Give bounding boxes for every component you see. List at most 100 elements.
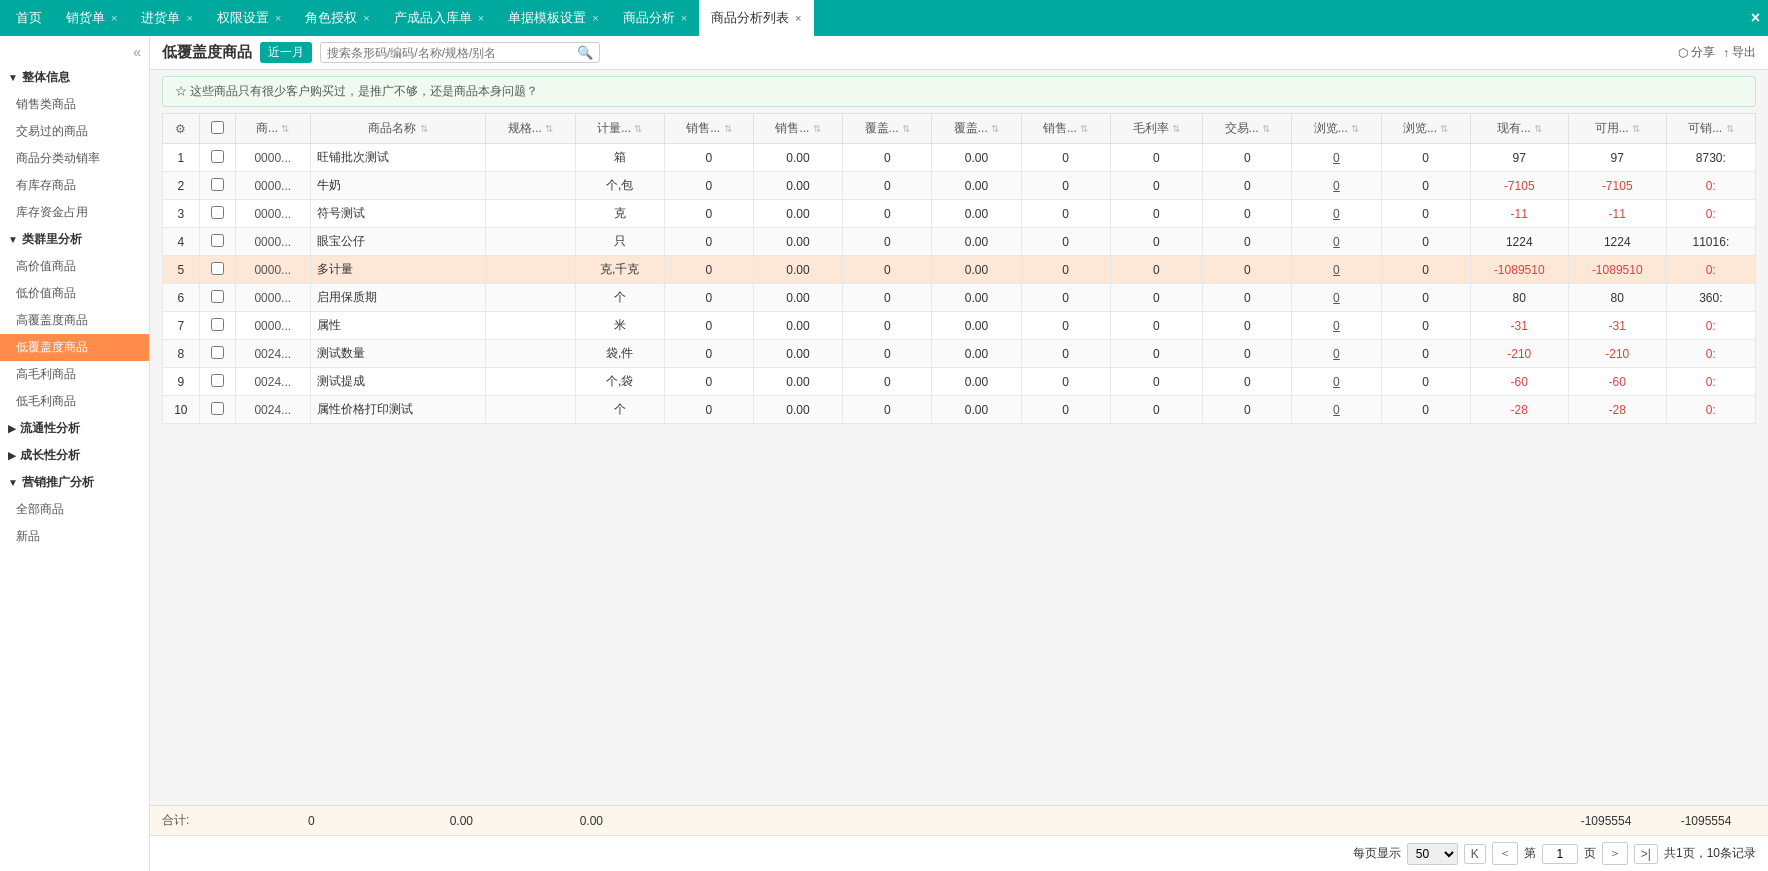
sidebar-item-stock-capital[interactable]: 库存资金占用	[0, 199, 149, 226]
nav-permissions[interactable]: 权限设置 ×	[205, 0, 293, 36]
sidebar-collapse-btn[interactable]: «	[0, 40, 149, 64]
sidebar-group-circulation[interactable]: ▶ 流通性分析	[0, 415, 149, 442]
row-browse1[interactable]: 0	[1292, 368, 1381, 396]
sidebar-group-cluster[interactable]: ▼ 类群里分析	[0, 226, 149, 253]
col-settings[interactable]: ⚙	[163, 114, 200, 144]
export-button[interactable]: ↑ 导出	[1723, 44, 1756, 61]
col-trade[interactable]: 交易... ⇅	[1203, 114, 1292, 144]
col-cov1[interactable]: 覆盖... ⇅	[843, 114, 932, 144]
row-browse1[interactable]: 0	[1292, 228, 1381, 256]
row-checkbox[interactable]	[199, 144, 235, 172]
sidebar-item-new-products[interactable]: 新品	[0, 523, 149, 550]
select-all-checkbox[interactable]	[211, 121, 224, 134]
sidebar-item-sales-products[interactable]: 销售类商品	[0, 91, 149, 118]
prev-page-btn[interactable]: ＜	[1492, 842, 1518, 865]
sidebar-item-low-coverage[interactable]: 低覆盖度商品	[0, 334, 149, 361]
col-code[interactable]: 商... ⇅	[235, 114, 310, 144]
nav-close-product-analysis-list[interactable]: ×	[795, 12, 801, 24]
row-checkbox[interactable]	[199, 284, 235, 312]
sort-unit[interactable]: ⇅	[634, 123, 642, 134]
sort-trade[interactable]: ⇅	[1262, 123, 1270, 134]
sidebar-group-marketing[interactable]: ▼ 营销推广分析	[0, 469, 149, 496]
close-all-tabs[interactable]: ×	[1751, 9, 1760, 27]
col-sales-amt[interactable]: 销售... ⇅	[753, 114, 842, 144]
search-input[interactable]	[327, 46, 577, 60]
row-checkbox[interactable]	[199, 312, 235, 340]
nav-product-analysis[interactable]: 商品分析 ×	[611, 0, 699, 36]
col-gross-rate[interactable]: 毛利率 ⇅	[1110, 114, 1202, 144]
sidebar-group-overall[interactable]: ▼ 整体信息	[0, 64, 149, 91]
row-browse1[interactable]: 0	[1292, 396, 1381, 424]
col-name[interactable]: 商品名称 ⇅	[310, 114, 486, 144]
row-checkbox[interactable]	[199, 200, 235, 228]
sort-sellable[interactable]: ⇅	[1726, 123, 1734, 134]
nav-sales-order[interactable]: 销货单 ×	[54, 0, 129, 36]
row-browse1[interactable]: 0	[1292, 340, 1381, 368]
row-browse1[interactable]: 0	[1292, 284, 1381, 312]
sidebar-group-growth[interactable]: ▶ 成长性分析	[0, 442, 149, 469]
sort-current[interactable]: ⇅	[1534, 123, 1542, 134]
sidebar-item-high-value[interactable]: 高价值商品	[0, 253, 149, 280]
sidebar-item-low-value[interactable]: 低价值商品	[0, 280, 149, 307]
page-input[interactable]	[1542, 844, 1578, 864]
sort-sales-x[interactable]: ⇅	[1080, 123, 1088, 134]
last-page-btn[interactable]: >|	[1634, 844, 1658, 864]
sort-cov1[interactable]: ⇅	[902, 123, 910, 134]
col-cov2[interactable]: 覆盖... ⇅	[932, 114, 1021, 144]
sort-browse2[interactable]: ⇅	[1440, 123, 1448, 134]
nav-purchase[interactable]: 进货单 ×	[129, 0, 204, 36]
settings-icon[interactable]: ⚙	[175, 122, 186, 136]
row-checkbox[interactable]	[199, 172, 235, 200]
col-sales-x[interactable]: 销售... ⇅	[1021, 114, 1110, 144]
col-sales-qty[interactable]: 销售... ⇅	[664, 114, 753, 144]
table-wrapper[interactable]: ⚙ 商... ⇅ 商品名称 ⇅ 规格... ⇅ 计量... ⇅ 销售... ⇅ …	[162, 113, 1756, 805]
time-filter-button[interactable]: 近一月	[260, 42, 312, 63]
next-page-btn[interactable]: ＞	[1602, 842, 1628, 865]
sort-cov2[interactable]: ⇅	[991, 123, 999, 134]
nav-close-purchase[interactable]: ×	[186, 12, 192, 24]
nav-product-analysis-list[interactable]: 商品分析列表 ×	[699, 0, 813, 36]
row-checkbox[interactable]	[199, 368, 235, 396]
nav-close-finished-goods[interactable]: ×	[478, 12, 484, 24]
sort-gross-rate[interactable]: ⇅	[1172, 123, 1180, 134]
col-spec[interactable]: 规格... ⇅	[486, 114, 575, 144]
sidebar-item-high-margin[interactable]: 高毛利商品	[0, 361, 149, 388]
sort-spec[interactable]: ⇅	[545, 123, 553, 134]
row-checkbox[interactable]	[199, 228, 235, 256]
nav-role-auth[interactable]: 角色授权 ×	[293, 0, 381, 36]
row-browse1[interactable]: 0	[1292, 144, 1381, 172]
col-available[interactable]: 可用... ⇅	[1568, 114, 1666, 144]
col-browse2[interactable]: 浏览... ⇅	[1381, 114, 1470, 144]
row-checkbox[interactable]	[199, 396, 235, 424]
sidebar-item-in-stock[interactable]: 有库存商品	[0, 172, 149, 199]
sidebar-item-category-rate[interactable]: 商品分类动销率	[0, 145, 149, 172]
col-checkbox[interactable]	[199, 114, 235, 144]
sort-code[interactable]: ⇅	[281, 123, 289, 134]
col-current[interactable]: 现有... ⇅	[1470, 114, 1568, 144]
nav-close-permissions[interactable]: ×	[275, 12, 281, 24]
sidebar-item-low-margin[interactable]: 低毛利商品	[0, 388, 149, 415]
row-browse1[interactable]: 0	[1292, 312, 1381, 340]
col-sellable[interactable]: 可销... ⇅	[1666, 114, 1755, 144]
nav-close-product-analysis[interactable]: ×	[681, 12, 687, 24]
sort-browse1[interactable]: ⇅	[1351, 123, 1359, 134]
row-browse1[interactable]: 0	[1292, 200, 1381, 228]
nav-home[interactable]: 首页	[4, 0, 54, 36]
sort-sales-amt[interactable]: ⇅	[813, 123, 821, 134]
row-browse1[interactable]: 0	[1292, 172, 1381, 200]
sort-available[interactable]: ⇅	[1632, 123, 1640, 134]
row-checkbox[interactable]	[199, 256, 235, 284]
col-unit[interactable]: 计量... ⇅	[575, 114, 664, 144]
sidebar-item-all-products[interactable]: 全部商品	[0, 496, 149, 523]
nav-close-role-auth[interactable]: ×	[363, 12, 369, 24]
first-page-btn[interactable]: K	[1464, 844, 1486, 864]
nav-close-sales-order[interactable]: ×	[111, 12, 117, 24]
sort-name[interactable]: ⇅	[420, 123, 428, 134]
nav-finished-goods[interactable]: 产成品入库单 ×	[382, 0, 496, 36]
nav-template-settings[interactable]: 单据模板设置 ×	[496, 0, 610, 36]
row-checkbox[interactable]	[199, 340, 235, 368]
share-button[interactable]: ⬡ 分享	[1678, 44, 1715, 61]
sidebar-item-high-coverage[interactable]: 高覆盖度商品	[0, 307, 149, 334]
sidebar-item-traded-products[interactable]: 交易过的商品	[0, 118, 149, 145]
nav-close-template-settings[interactable]: ×	[592, 12, 598, 24]
